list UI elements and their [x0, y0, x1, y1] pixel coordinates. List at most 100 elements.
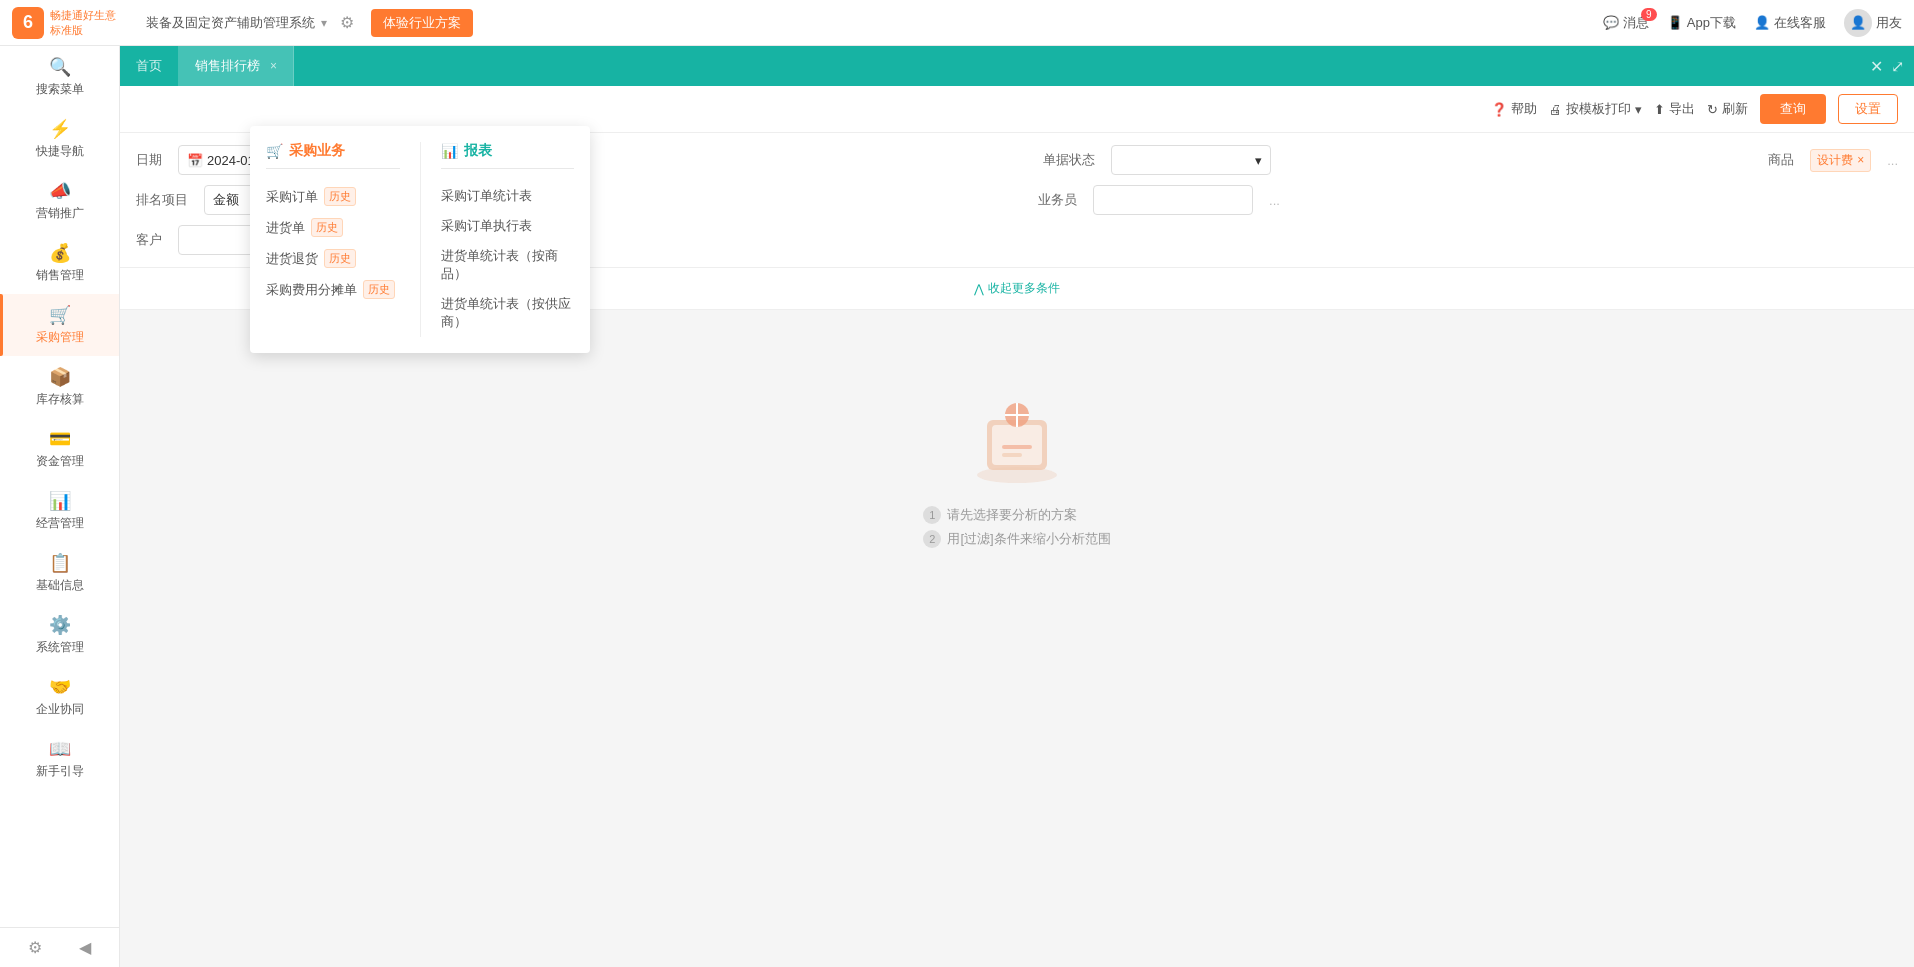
header-right: 💬 消息 9 📱 App下载 👤 在线客服 👤 用友 — [1603, 9, 1902, 37]
sidebar-nav: 🔍 搜索菜单 ⚡ 快捷导航 📣 营销推广 💰 销售管理 🛒 采购管理 📦 — [0, 46, 119, 790]
menu-divider — [420, 142, 421, 337]
tab-sales-ranking-label: 销售排行榜 — [195, 57, 260, 75]
purchase-return-history[interactable]: 历史 — [324, 249, 356, 268]
tab-home-label: 首页 — [136, 57, 162, 75]
query-button[interactable]: 查询 — [1760, 94, 1826, 124]
svg-rect-6 — [1002, 445, 1032, 449]
sidebar-item-inventory[interactable]: 📦 库存核算 — [0, 356, 119, 418]
sidebar-item-label: 系统管理 — [36, 639, 84, 656]
report-section: 📊 报表 采购订单统计表 采购订单执行表 进货单统计表（按商品） 进货单统计表（… — [441, 142, 575, 337]
purchase-expense-history[interactable]: 历史 — [363, 280, 395, 299]
empty-illustration — [957, 390, 1077, 490]
sidebar-item-enterprise[interactable]: 🤝 企业协同 — [0, 666, 119, 728]
sidebar-item-finance[interactable]: 💳 资金管理 — [0, 418, 119, 480]
sidebar-bottom: ⚙ ◀ — [0, 927, 119, 967]
print-icon: 🖨 — [1549, 102, 1562, 117]
refresh-button[interactable]: ↻ 刷新 — [1707, 100, 1748, 118]
tip-text-2: 用[过滤]条件来缩小分析范围 — [947, 530, 1110, 548]
doc-status-select[interactable]: ▾ — [1111, 145, 1271, 175]
system-dropdown-arrow[interactable]: ▾ — [321, 16, 327, 30]
sidebar-item-label: 库存核算 — [36, 391, 84, 408]
salesman-select[interactable] — [1093, 185, 1253, 215]
purchase-expense-label: 采购费用分摊单 — [266, 281, 357, 299]
purchase-section-title: 🛒 采购业务 — [266, 142, 400, 169]
sidebar-item-label: 销售管理 — [36, 267, 84, 284]
search-icon: 🔍 — [49, 56, 71, 78]
salesman-dots[interactable]: ... — [1269, 193, 1280, 208]
empty-tip-2: 2 用[过滤]条件来缩小分析范围 — [923, 530, 1110, 548]
quick-nav-icon: ⚡ — [49, 118, 71, 140]
user-button[interactable]: 👤 用友 — [1844, 9, 1902, 37]
header-left: 6 畅捷通好生意 标准版 装备及固定资产辅助管理系统 ▾ ⚙ 体验行业方案 — [12, 7, 473, 39]
purchase-order-label: 采购订单 — [266, 188, 318, 206]
purchase-receipt-history[interactable]: 历史 — [311, 218, 343, 237]
refresh-icon: ↻ — [1707, 102, 1718, 117]
date-label: 日期 — [136, 151, 162, 169]
empty-state: 1 请先选择要分析的方案 2 用[过滤]条件来缩小分析范围 — [120, 310, 1914, 628]
industry-button[interactable]: 体验行业方案 — [371, 9, 473, 37]
tab-home[interactable]: 首页 — [120, 46, 179, 86]
message-button[interactable]: 💬 消息 9 — [1603, 14, 1649, 32]
sidebar-item-quick-nav[interactable]: ⚡ 快捷导航 — [0, 108, 119, 170]
goods-label: 商品 — [1768, 151, 1794, 169]
tab-sales-ranking[interactable]: 销售排行榜 × — [179, 46, 294, 86]
logo-area: 6 畅捷通好生意 标准版 — [12, 7, 132, 39]
collapse-label: 收起更多条件 — [988, 280, 1060, 297]
settings-icon-button[interactable]: ⚙ — [333, 9, 361, 37]
goods-tag-close[interactable]: × — [1857, 153, 1864, 167]
menu-item-purchase-expense[interactable]: 采购费用分摊单 历史 — [266, 274, 400, 305]
sidebar-settings-icon[interactable]: ⚙ — [28, 938, 42, 957]
sidebar-item-label: 企业协同 — [36, 701, 84, 718]
export-button[interactable]: ⬆ 导出 — [1654, 100, 1695, 118]
customer-label: 客户 — [136, 231, 162, 249]
guide-icon: 📖 — [49, 738, 71, 760]
report-section-icon: 📊 — [441, 143, 458, 159]
export-icon: ⬆ — [1654, 102, 1665, 117]
app-download-button[interactable]: 📱 App下载 — [1667, 14, 1736, 32]
logo-text: 畅捷通好生意 标准版 — [50, 8, 116, 37]
menu-item-receipt-stat-supplier[interactable]: 进货单统计表（按供应商） — [441, 289, 575, 337]
collapse-button[interactable]: ⋀ 收起更多条件 — [968, 274, 1066, 303]
tab-fullscreen-icon[interactable]: ⤢ — [1891, 57, 1904, 76]
sidebar-item-label: 快捷导航 — [36, 143, 84, 160]
calendar-icon: 📅 — [187, 153, 203, 168]
menu-item-purchase-return[interactable]: 进货退货 历史 — [266, 243, 400, 274]
sidebar-item-purchase[interactable]: 🛒 采购管理 — [0, 294, 119, 356]
rank-label: 排名项目 — [136, 191, 188, 209]
rank-value: 金额 — [213, 191, 239, 209]
sidebar-item-guide[interactable]: 📖 新手引导 — [0, 728, 119, 790]
operations-icon: 📊 — [49, 490, 71, 512]
sidebar-item-basic-info[interactable]: 📋 基础信息 — [0, 542, 119, 604]
menu-item-purchase-order[interactable]: 采购订单 历史 — [266, 181, 400, 212]
sidebar-item-operations[interactable]: 📊 经营管理 — [0, 480, 119, 542]
menu-item-order-stat[interactable]: 采购订单统计表 — [441, 181, 575, 211]
sidebar-item-label: 营销推广 — [36, 205, 84, 222]
sidebar-item-sales[interactable]: 💰 销售管理 — [0, 232, 119, 294]
tab-bar-actions: ✕ ⤢ — [1870, 57, 1914, 76]
doc-status-arrow: ▾ — [1255, 153, 1262, 168]
help-button[interactable]: ❓ 帮助 — [1491, 100, 1537, 118]
tip-num-1: 1 — [923, 506, 941, 524]
tab-close-window-icon[interactable]: ✕ — [1870, 57, 1883, 76]
menu-item-receipt-stat-goods[interactable]: 进货单统计表（按商品） — [441, 241, 575, 289]
purchase-order-history[interactable]: 历史 — [324, 187, 356, 206]
sidebar-item-system[interactable]: ⚙️ 系统管理 — [0, 604, 119, 666]
menu-item-order-exec[interactable]: 采购订单执行表 — [441, 211, 575, 241]
online-service-button[interactable]: 👤 在线客服 — [1754, 14, 1826, 32]
sidebar-item-marketing[interactable]: 📣 营销推广 — [0, 170, 119, 232]
sidebar-item-search[interactable]: 🔍 搜索菜单 — [0, 46, 119, 108]
tab-close-icon[interactable]: × — [270, 59, 277, 73]
settings-button[interactable]: 设置 — [1838, 94, 1898, 124]
svg-rect-7 — [1002, 453, 1022, 457]
goods-dots[interactable]: ... — [1887, 153, 1898, 168]
menu-item-purchase-receipt[interactable]: 进货单 历史 — [266, 212, 400, 243]
sidebar-item-label: 资金管理 — [36, 453, 84, 470]
purchase-section: 🛒 采购业务 采购订单 历史 进货单 历史 进货退货 历史 — [266, 142, 400, 337]
system-icon: ⚙️ — [49, 614, 71, 636]
print-button[interactable]: 🖨 按模板打印 ▾ — [1549, 100, 1642, 118]
sidebar-collapse-icon[interactable]: ◀ — [79, 938, 91, 957]
phone-icon: 📱 — [1667, 15, 1683, 30]
message-icon: 💬 — [1603, 15, 1619, 30]
sidebar-item-label: 采购管理 — [36, 329, 84, 346]
purchase-receipt-label: 进货单 — [266, 219, 305, 237]
